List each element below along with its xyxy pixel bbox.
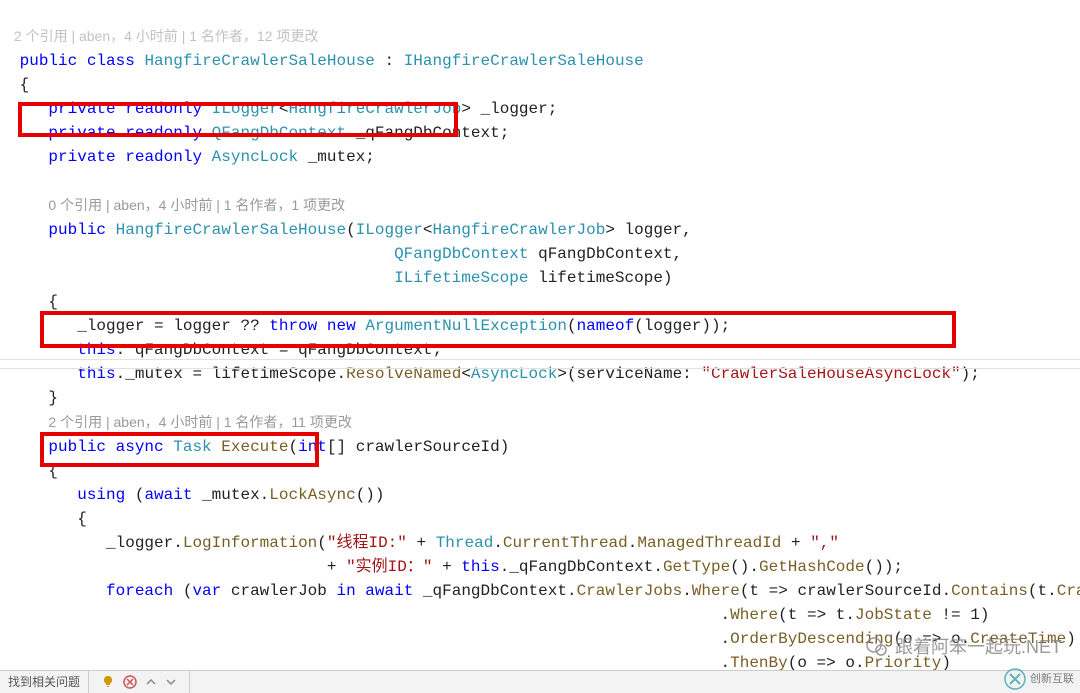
chevron-up-icon[interactable] (145, 676, 157, 688)
corner-logo-text: 创新互联 (1030, 667, 1074, 691)
error-icon[interactable] (123, 675, 137, 689)
db-ref: _qFangDbContext (509, 558, 653, 576)
a1: _logger (77, 317, 144, 335)
field-mutex: _mutex (308, 148, 366, 166)
l-o2: o (797, 654, 807, 670)
region-separator2 (0, 368, 1080, 369)
m-gettype: GetType (663, 558, 730, 576)
field-db: _qFangDbContext (356, 124, 500, 142)
m-execute: Execute (221, 438, 288, 456)
kw-readonly: readonly (125, 100, 202, 118)
p-csid2: CrawlerSourceId (1057, 582, 1080, 600)
p-csid: crawlerSourceId (356, 438, 500, 456)
kw-in: in (336, 582, 355, 600)
kw-private3: private (48, 148, 115, 166)
kw-class: class (87, 52, 135, 70)
kw-readonly2: readonly (125, 124, 202, 142)
kw-using: using (77, 486, 125, 504)
kw-new: new (327, 317, 356, 335)
ctor-name: HangfireCrawlerSaleHouse (116, 221, 346, 239)
codelens-top[interactable]: 2 个引用 | aben，4 小时前 | 1 名作者，12 项更改 (10, 24, 318, 48)
db-ref2: _qFangDbContext (423, 582, 567, 600)
type-task: Task (173, 438, 211, 456)
csid-ref: crawlerSourceId (797, 582, 941, 600)
p2-type: QFangDbContext (394, 245, 528, 263)
kw-public2: public (48, 221, 106, 239)
kw-foreach: foreach (106, 582, 173, 600)
codelens-ctor[interactable]: 0 个引用 | aben，4 小时前 | 1 名作者，1 项更改 (48, 193, 345, 217)
p-cjobs: CrawlerJobs (577, 582, 683, 600)
m-where2: Where (730, 606, 778, 624)
l-o2b: o (845, 654, 855, 670)
field-logger: _logger (481, 100, 548, 118)
p-mtid: ManagedThreadId (637, 534, 781, 552)
m-contains: Contains (951, 582, 1028, 600)
type-asynclock: AsyncLock (212, 148, 298, 166)
mutex-ref: _mutex (202, 486, 260, 504)
type-class: HangfireCrawlerSaleHouse (144, 52, 374, 70)
p1-gen: HangfireCrawlerJob (433, 221, 606, 239)
kw-readonly3: readonly (125, 148, 202, 166)
num-1: 1 (970, 606, 980, 624)
p-curthread: CurrentThread (503, 534, 628, 552)
corner-logo: 创新互联 (1004, 667, 1074, 691)
status-icons[interactable] (89, 671, 190, 693)
type-job: HangfireCrawlerJob (288, 100, 461, 118)
kw-private2: private (48, 124, 115, 142)
kw-async: async (116, 438, 164, 456)
p2: qFangDbContext (538, 245, 672, 263)
loopvar: crawlerJob (231, 582, 327, 600)
l-t2: t (788, 606, 798, 624)
p3-type: ILifetimeScope (394, 269, 528, 287)
str-thread: "线程ID:" (327, 534, 407, 552)
watermark-text: 跟着阿笨一起玩.NET (895, 635, 1062, 659)
kw-int: int (298, 438, 327, 456)
l-t2b: t (836, 606, 846, 624)
kw-this3: this (461, 558, 499, 576)
kw-throw: throw (269, 317, 317, 335)
kw-public: public (20, 52, 78, 70)
a2r: qFangDbContext (298, 341, 432, 359)
kw-public3: public (48, 438, 106, 456)
a2l: qFangDbContext (135, 341, 269, 359)
type-interface: IHangfireCrawlerSaleHouse (404, 52, 644, 70)
chevron-down-icon[interactable] (165, 676, 177, 688)
codelens-exec[interactable]: 2 个引用 | aben，4 小时前 | 1 名作者，11 项更改 (48, 410, 351, 434)
status-msg[interactable]: 找到相关问题 (0, 671, 89, 693)
kw-this1: this (77, 341, 115, 359)
logger-ref: _logger (106, 534, 173, 552)
kw-private: private (48, 100, 115, 118)
m-log: LogInformation (183, 534, 317, 552)
str-comma: "," (810, 534, 839, 552)
region-separator (0, 359, 1080, 360)
code-editor[interactable]: 2 个引用 | aben，4 小时前 | 1 名作者，12 项更改 public… (0, 0, 1080, 670)
p1: logger (625, 221, 683, 239)
logo-icon (1004, 668, 1026, 690)
wechat-icon (865, 635, 889, 659)
status-bar: 找到相关问题 (0, 670, 1080, 693)
watermark: 跟着阿笨一起玩.NET (865, 635, 1062, 659)
m-hash: GetHashCode (759, 558, 865, 576)
kw-await1: await (144, 486, 192, 504)
str-instance: "实例ID：" (346, 558, 432, 576)
type-ilogger: ILogger (212, 100, 279, 118)
p-jobstate: JobState (855, 606, 932, 624)
m-lockasync: LockAsync (269, 486, 355, 504)
kw-nameof: nameof (577, 317, 635, 335)
kw-var: var (192, 582, 221, 600)
type-qfang: QFangDbContext (212, 124, 346, 142)
l-t1b: t (1038, 582, 1048, 600)
m-thenby1: ThenBy (730, 654, 788, 670)
lightbulb-icon[interactable] (101, 675, 115, 689)
kw-await2: await (365, 582, 413, 600)
p3: lifetimeScope (538, 269, 663, 287)
l-t1: t (749, 582, 759, 600)
a1r: logger (173, 317, 231, 335)
type-thread: Thread (436, 534, 494, 552)
p1-type: ILogger (356, 221, 423, 239)
type-argnull: ArgumentNullException (365, 317, 567, 335)
m-where1: Where (692, 582, 740, 600)
nameof-arg: logger (644, 317, 702, 335)
